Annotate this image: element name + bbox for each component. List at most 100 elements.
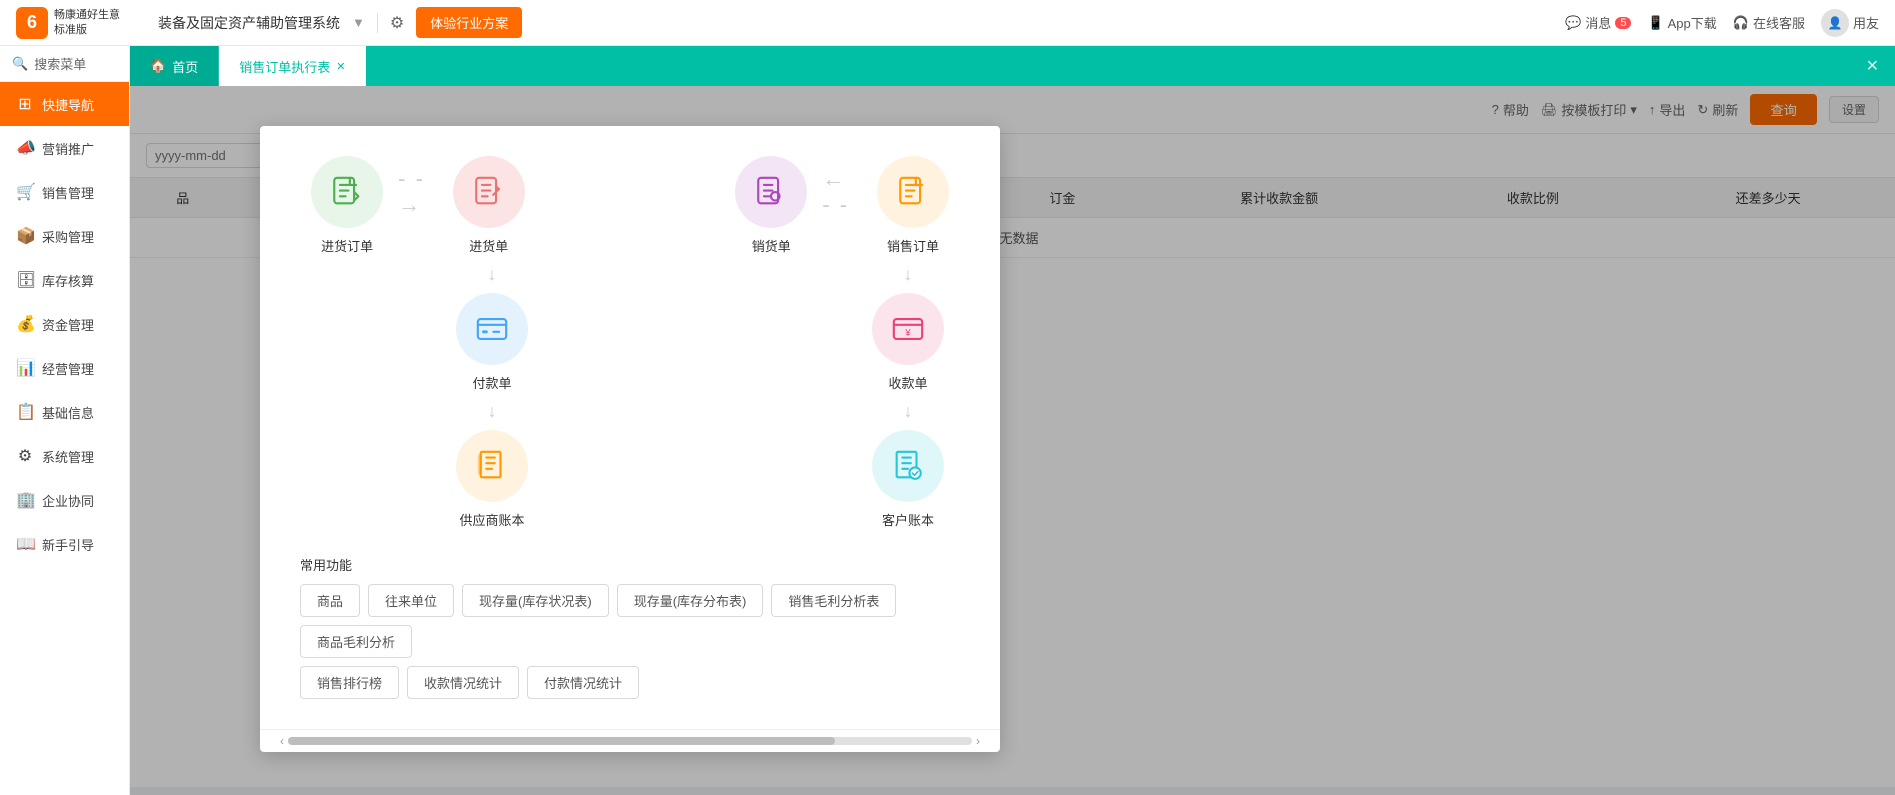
modal-content: 进货订单 - - →: [260, 126, 1000, 729]
tab-home[interactable]: 🏠 首页: [130, 46, 219, 86]
home-icon: 🏠: [150, 58, 166, 74]
sidebar-item-label: 资金管理: [42, 315, 94, 334]
func-btn-product[interactable]: 商品: [300, 584, 360, 617]
arrow-down-receipt: ↓: [856, 402, 960, 420]
workflow-row-arrows-2: ↓ ↓: [300, 402, 960, 420]
func-btn-product-margin[interactable]: 商品毛利分析: [300, 625, 412, 658]
sidebar-item-sales[interactable]: 🛒 销售管理: [0, 170, 129, 214]
app-container: 6 畅康通好生意 标准版 装备及固定资产辅助管理系统 ▼ ⚙ 体验行业方案 💬 …: [0, 0, 1895, 795]
quick-nav-icon: ⊞: [16, 94, 34, 114]
basic-info-icon: 📋: [16, 402, 34, 422]
scroll-right-arrow[interactable]: ›: [976, 734, 980, 748]
scroll-track[interactable]: [288, 737, 972, 745]
sidebar: 🔍 搜索菜单 ⊞ 快捷导航 📣 营销推广 🛒 销售管理 📦 采购管理 🗄: [0, 46, 130, 795]
customer-ledger-icon: [872, 430, 944, 502]
wf-node-receipt-bill[interactable]: ¥ 收款单: [856, 293, 960, 392]
sidebar-item-quick-nav[interactable]: ⊞ 快捷导航: [0, 82, 129, 126]
purchase-order-label: 进货订单: [321, 236, 373, 255]
func-btn-sales-ranking[interactable]: 销售排行榜: [300, 666, 399, 699]
wf-node-purchase-bill[interactable]: 进货单: [442, 156, 536, 255]
headset-icon: 🎧: [1733, 15, 1749, 31]
trial-button[interactable]: 体验行业方案: [416, 7, 522, 38]
common-func-title: 常用功能: [300, 555, 960, 574]
arrow-down-payment: ↓: [440, 402, 544, 420]
workflow-diagram: 进货订单 - - →: [300, 156, 960, 539]
sales-order-label: 销售订单: [887, 236, 939, 255]
sidebar-item-operations[interactable]: 📊 经营管理: [0, 346, 129, 390]
online-service-button[interactable]: 🎧 在线客服: [1733, 13, 1805, 32]
sidebar-item-label: 采购管理: [42, 227, 94, 246]
scroll-left-arrow[interactable]: ‹: [280, 734, 284, 748]
func-btn-inventory-status[interactable]: 现存量(库存状况表): [462, 584, 609, 617]
settings-icon[interactable]: ⚙: [390, 13, 404, 33]
search-menu[interactable]: 🔍 搜索菜单: [0, 46, 129, 82]
sidebar-item-marketing[interactable]: 📣 营销推广: [0, 126, 129, 170]
sidebar-item-enterprise[interactable]: 🏢 企业协同: [0, 478, 129, 522]
payment-bill-label: 付款单: [472, 373, 511, 392]
sidebar-item-label: 营销推广: [42, 139, 94, 158]
logo-icon: 6: [16, 7, 48, 39]
wf-node-payment-bill[interactable]: 付款单: [440, 293, 544, 392]
arrow-right-1: - - →: [398, 166, 438, 218]
message-button[interactable]: 💬 消息 5: [1565, 13, 1631, 32]
page-content: ? 帮助 🖨 按模板打印 ▾ ↑ 导出 ↻ 刷新: [130, 86, 1895, 795]
newbie-icon: 📖: [16, 534, 34, 554]
sidebar-item-system[interactable]: ⚙ 系统管理: [0, 434, 129, 478]
common-functions: 常用功能 商品 往来单位 现存量(库存状况表) 现存量(库存分布表) 销售毛利分…: [300, 555, 960, 699]
sidebar-item-label: 企业协同: [42, 491, 94, 510]
tab-sales-order-exec[interactable]: 销售订单执行表 ✕: [219, 46, 366, 86]
workflow-row-3: 供应商账本: [300, 430, 960, 529]
sales-bill-label: 销货单: [752, 236, 791, 255]
wf-node-customer-ledger[interactable]: 客户账本: [856, 430, 960, 529]
receipt-bill-label: 收款单: [888, 373, 927, 392]
logo-text: 畅康通好生意 标准版: [54, 8, 120, 37]
arrow-left-1: ← - -: [822, 166, 862, 218]
system-icon: ⚙: [16, 446, 34, 466]
arrow-down-sales: ↓: [856, 265, 960, 283]
tab-close-icon[interactable]: ✕: [336, 60, 345, 73]
purchase-bill-icon: [453, 156, 525, 228]
func-btn-sales-margin[interactable]: 销售毛利分析表: [771, 584, 896, 617]
wf-node-supplier-ledger[interactable]: 供应商账本: [440, 430, 544, 529]
supplier-ledger-icon: [456, 430, 528, 502]
avatar: 👤: [1821, 9, 1849, 37]
inventory-icon: 🗄: [16, 270, 34, 290]
func-btn-counterparty[interactable]: 往来单位: [368, 584, 454, 617]
svg-text:¥: ¥: [904, 328, 911, 339]
customer-ledger-label: 客户账本: [882, 510, 934, 529]
modal-scrollbar: ‹ ›: [260, 729, 1000, 752]
func-btn-payment-stats[interactable]: 付款情况统计: [527, 666, 639, 699]
wf-node-purchase-order[interactable]: 进货订单: [300, 156, 394, 255]
top-bar-divider: [377, 13, 378, 33]
window-close-button[interactable]: ✕: [1850, 56, 1895, 76]
wf-node-sales-order[interactable]: 销售订单: [866, 156, 960, 255]
phone-icon: 📱: [1647, 15, 1663, 31]
quick-nav-modal: 进货订单 - - →: [260, 126, 1000, 752]
finance-icon: 💰: [16, 314, 34, 334]
user-menu[interactable]: 👤 用友: [1821, 9, 1879, 37]
arrow-down-purchase: ↓: [440, 265, 544, 283]
supplier-ledger-label: 供应商账本: [459, 510, 524, 529]
sidebar-item-basic-info[interactable]: 📋 基础信息: [0, 390, 129, 434]
top-bar-right: 💬 消息 5 📱 App下载 🎧 在线客服 👤 用友: [1565, 9, 1879, 37]
sidebar-item-newbie[interactable]: 📖 新手引导: [0, 522, 129, 566]
sidebar-item-label: 系统管理: [42, 447, 94, 466]
wf-node-sales-bill[interactable]: 销货单: [724, 156, 818, 255]
sales-order-icon: [877, 156, 949, 228]
workflow-row-arrows: ↓ ↓: [300, 265, 960, 283]
sidebar-item-purchase[interactable]: 📦 采购管理: [0, 214, 129, 258]
sidebar-item-label: 库存核算: [42, 271, 94, 290]
sidebar-item-label: 销售管理: [42, 183, 94, 202]
sidebar-item-finance[interactable]: 💰 资金管理: [0, 302, 129, 346]
func-buttons-row2: 销售排行榜 收款情况统计 付款情况统计: [300, 666, 960, 699]
content-area: 🏠 首页 销售订单执行表 ✕ ✕ ? 帮助 🖨: [130, 46, 1895, 795]
marketing-icon: 📣: [16, 138, 34, 158]
func-btn-receipt-stats[interactable]: 收款情况统计: [407, 666, 519, 699]
app-download-button[interactable]: 📱 App下载: [1647, 13, 1716, 32]
dropdown-arrow-icon[interactable]: ▼: [352, 15, 365, 30]
purchase-bill-label: 进货单: [469, 236, 508, 255]
scroll-thumb[interactable]: [288, 737, 835, 745]
func-btn-inventory-dist[interactable]: 现存量(库存分布表): [617, 584, 764, 617]
sidebar-item-inventory[interactable]: 🗄 库存核算: [0, 258, 129, 302]
logo-area: 6 畅康通好生意 标准版: [16, 7, 146, 39]
